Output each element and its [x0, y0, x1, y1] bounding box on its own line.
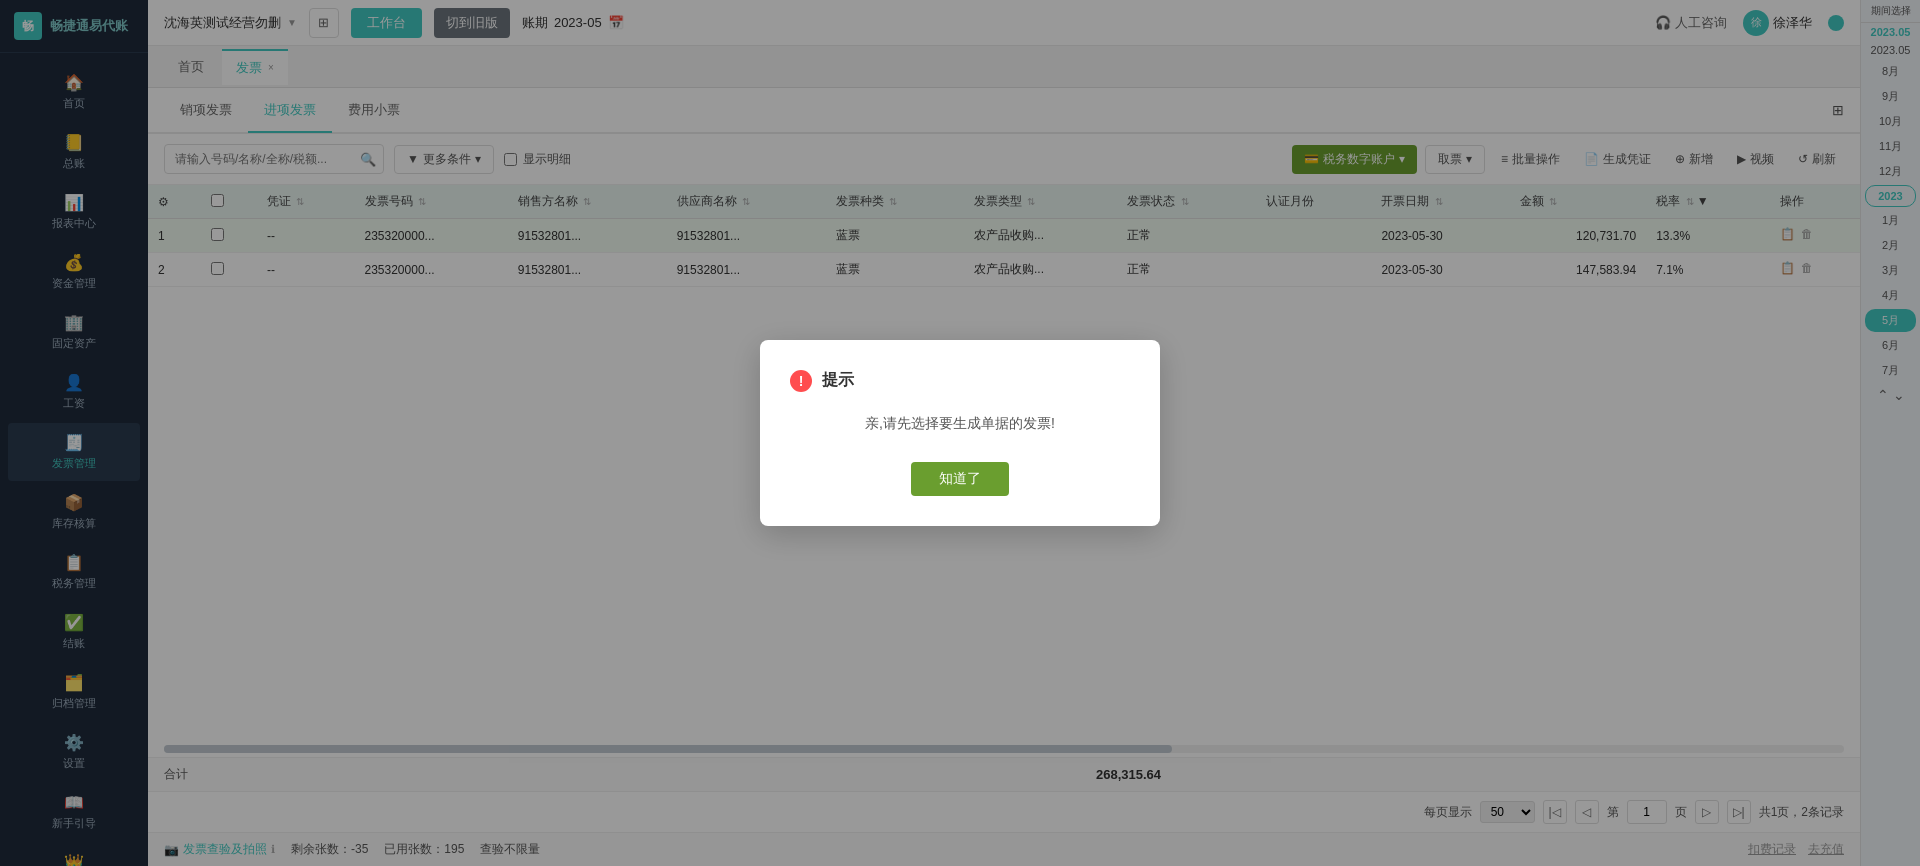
- dialog-overlay[interactable]: ! 提示 亲,请先选择要生成单据的发票! 知道了: [0, 0, 1920, 866]
- confirm-btn[interactable]: 知道了: [911, 462, 1009, 496]
- dialog-title-text: 提示: [822, 370, 854, 391]
- dialog-message: 亲,请先选择要生成单据的发票!: [790, 412, 1130, 434]
- dialog-title: ! 提示: [790, 370, 1130, 392]
- dialog-footer: 知道了: [790, 462, 1130, 496]
- warning-icon: !: [790, 370, 812, 392]
- dialog: ! 提示 亲,请先选择要生成单据的发票! 知道了: [760, 340, 1160, 526]
